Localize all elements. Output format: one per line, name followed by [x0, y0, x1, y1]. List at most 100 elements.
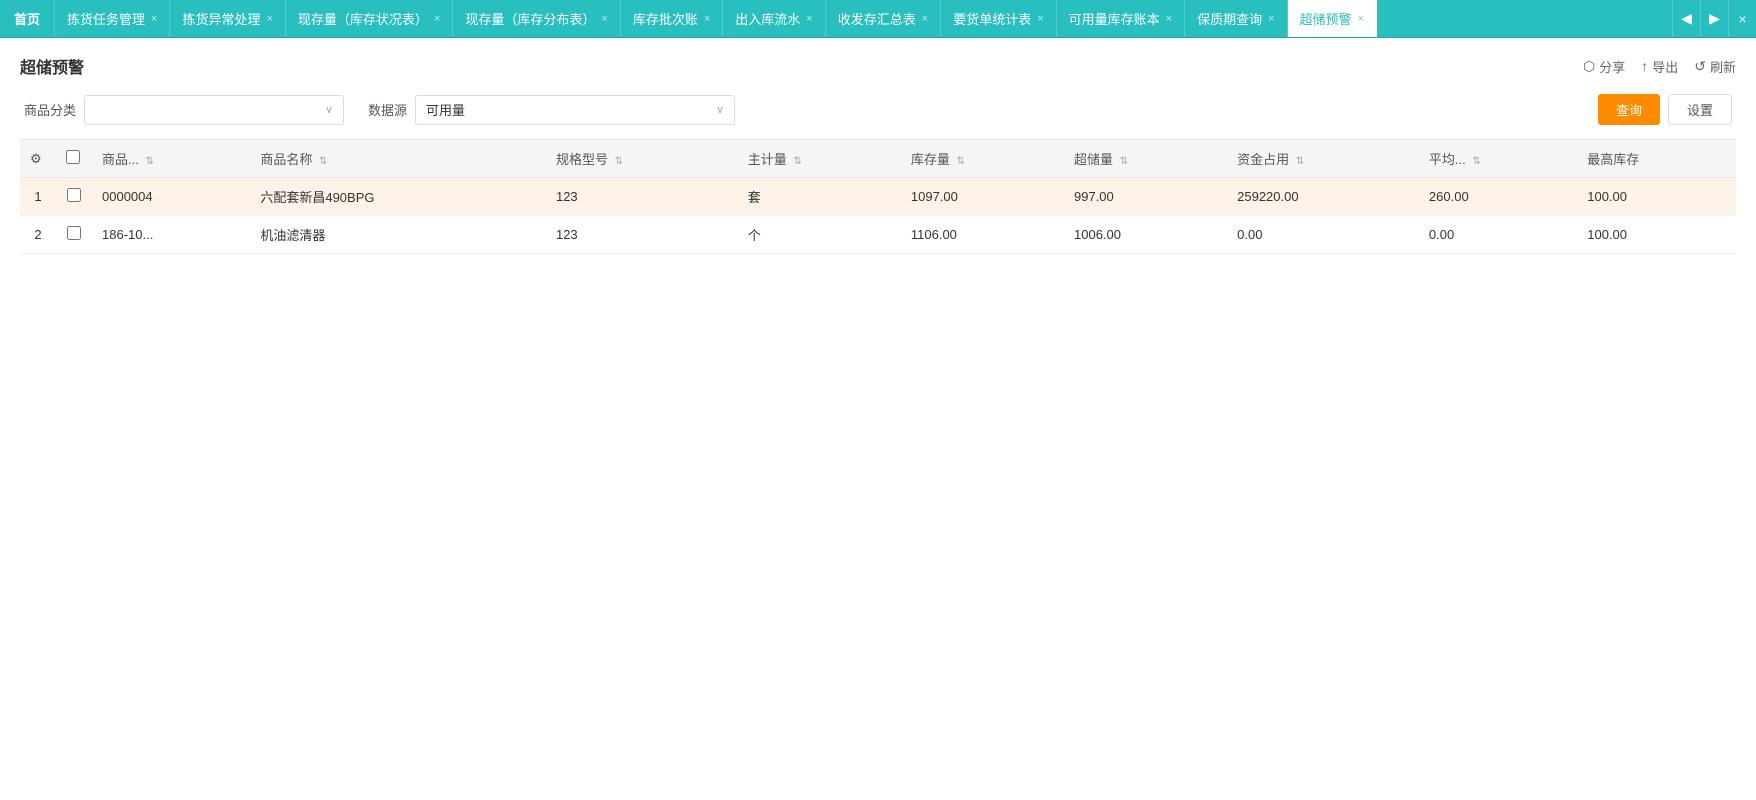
close-tab-2[interactable]: × [434, 13, 440, 25]
nav-arrow-close[interactable]: × [1728, 0, 1756, 38]
filter-actions: 查询 设置 [1598, 94, 1732, 125]
row-avg-0: 260.00 [1419, 178, 1577, 216]
export-icon: ↑ [1641, 58, 1648, 74]
gear-header[interactable]: ⚙ [20, 140, 56, 178]
row-stock-0: 1097.00 [901, 178, 1064, 216]
nav-home[interactable]: 首页 [0, 0, 55, 37]
th-capital[interactable]: 资金占用 ⇅ [1227, 140, 1419, 178]
filter-row: 商品分类 ∨ 数据源 可用量 ∨ 查询 设置 [20, 94, 1736, 125]
nav-arrows: ◀ ▶ × [1672, 0, 1756, 38]
row-avg-1: 0.00 [1419, 216, 1577, 254]
row-unit-1: 个 [738, 216, 901, 254]
row-spec-0: 123 [546, 178, 738, 216]
close-tab-7[interactable]: × [1037, 13, 1043, 25]
close-tab-8[interactable]: × [1166, 13, 1172, 25]
row-product-code-1: 186-10... [92, 216, 250, 254]
row-product-name-1: 机油滤清器 [250, 216, 546, 254]
nav-tab-5[interactable]: 出入库流水 × [723, 0, 825, 37]
sort-icon-unit: ⇅ [793, 156, 801, 167]
row-max-stock-0: 100.00 [1577, 178, 1736, 216]
th-product-code[interactable]: 商品... ⇅ [92, 140, 250, 178]
main-content: 超储预警 ⬡ 分享 ↑ 导出 ↺ 刷新 商品分类 ∨ 数据源 [0, 38, 1756, 800]
nav-tab-4[interactable]: 库存批次账 × [621, 0, 723, 37]
close-tab-10[interactable]: × [1358, 13, 1364, 25]
nav-tab-2[interactable]: 现存量（库存状况表） × [286, 0, 453, 37]
table-header-row: ⚙ 商品... ⇅ 商品名称 ⇅ 规格型号 ⇅ 主计量 [20, 140, 1736, 178]
nav-tab-9[interactable]: 保质期查询 × [1185, 0, 1287, 37]
close-tab-3[interactable]: × [601, 13, 607, 25]
share-icon: ⬡ [1583, 58, 1595, 75]
query-button[interactable]: 查询 [1598, 94, 1660, 125]
row-checkbox-cell-1[interactable] [56, 216, 92, 254]
nav-arrow-right[interactable]: ▶ [1700, 0, 1728, 38]
row-capital-0: 259220.00 [1227, 178, 1419, 216]
nav-tab-1[interactable]: 拣货异常处理 × [170, 0, 285, 37]
category-dropdown-arrow: ∨ [325, 103, 333, 116]
close-tab-9[interactable]: × [1268, 13, 1274, 25]
datasource-label: 数据源 [368, 100, 407, 119]
nav-tab-6[interactable]: 收发存汇总表 × [826, 0, 941, 37]
close-tab-0[interactable]: × [151, 13, 157, 25]
row-spec-1: 123 [546, 216, 738, 254]
th-product-name[interactable]: 商品名称 ⇅ [250, 140, 546, 178]
close-tab-6[interactable]: × [922, 13, 928, 25]
row-unit-0: 套 [738, 178, 901, 216]
row-capital-1: 0.00 [1227, 216, 1419, 254]
sort-icon-stock: ⇅ [957, 156, 965, 167]
row-checkbox-1[interactable] [67, 226, 81, 240]
table-row: 2 186-10... 机油滤清器 123 个 1106.00 1006.00 … [20, 216, 1736, 254]
refresh-icon: ↺ [1694, 58, 1706, 75]
close-tab-5[interactable]: × [806, 13, 812, 25]
nav-tab-10[interactable]: 超储预警 × [1288, 0, 1377, 37]
row-product-name-0: 六配套新昌490BPG [250, 178, 546, 216]
top-nav: 首页 拣货任务管理 × 拣货异常处理 × 现存量（库存状况表） × 现存量（库存… [0, 0, 1756, 38]
nav-tab-8[interactable]: 可用量库存账本 × [1057, 0, 1185, 37]
row-stock-1: 1106.00 [901, 216, 1064, 254]
sort-icon-code: ⇅ [145, 156, 153, 167]
header-actions: ⬡ 分享 ↑ 导出 ↺ 刷新 [1583, 57, 1736, 76]
th-max-stock[interactable]: 最高库存 [1577, 140, 1736, 178]
sort-icon-spec: ⇅ [615, 156, 623, 167]
th-unit[interactable]: 主计量 ⇅ [738, 140, 901, 178]
row-checkbox-0[interactable] [67, 188, 81, 202]
th-stock[interactable]: 库存量 ⇅ [901, 140, 1064, 178]
sort-icon-capital: ⇅ [1296, 156, 1304, 167]
sort-icon-overstock: ⇅ [1120, 156, 1128, 167]
sort-icon-avg: ⇅ [1472, 156, 1480, 167]
select-all-checkbox[interactable] [66, 150, 80, 164]
category-filter-group: 商品分类 ∨ [24, 95, 344, 125]
data-table: ⚙ 商品... ⇅ 商品名称 ⇅ 规格型号 ⇅ 主计量 [20, 139, 1736, 254]
page-title: 超储预警 [20, 54, 84, 78]
page-header: 超储预警 ⬡ 分享 ↑ 导出 ↺ 刷新 [20, 54, 1736, 78]
row-max-stock-1: 100.00 [1577, 216, 1736, 254]
checkbox-header[interactable] [56, 140, 92, 178]
th-overstock[interactable]: 超储量 ⇅ [1064, 140, 1227, 178]
close-tab-4[interactable]: × [704, 13, 710, 25]
category-select[interactable]: ∨ [84, 95, 344, 125]
share-button[interactable]: ⬡ 分享 [1583, 57, 1625, 76]
nav-tab-7[interactable]: 要货单统计表 × [941, 0, 1056, 37]
table-row: 1 0000004 六配套新昌490BPG 123 套 1097.00 997.… [20, 178, 1736, 216]
export-button[interactable]: ↑ 导出 [1641, 57, 1678, 76]
close-tab-1[interactable]: × [266, 13, 272, 25]
datasource-dropdown-arrow: ∨ [716, 103, 724, 116]
row-product-code-0: 0000004 [92, 178, 250, 216]
nav-tab-3[interactable]: 现存量（库存分布表） × [453, 0, 620, 37]
category-label: 商品分类 [24, 100, 76, 119]
datasource-value: 可用量 [426, 100, 465, 119]
nav-tab-0[interactable]: 拣货任务管理 × [55, 0, 170, 37]
gear-icon: ⚙ [30, 151, 42, 166]
row-num-1: 2 [20, 216, 56, 254]
row-overstock-0: 997.00 [1064, 178, 1227, 216]
row-num-0: 1 [20, 178, 56, 216]
row-overstock-1: 1006.00 [1064, 216, 1227, 254]
th-avg[interactable]: 平均... ⇅ [1419, 140, 1577, 178]
th-spec[interactable]: 规格型号 ⇅ [546, 140, 738, 178]
sort-icon-name: ⇅ [319, 156, 327, 167]
datasource-select[interactable]: 可用量 ∨ [415, 95, 735, 125]
settings-button[interactable]: 设置 [1668, 94, 1732, 125]
datasource-filter-group: 数据源 可用量 ∨ [368, 95, 735, 125]
nav-arrow-left[interactable]: ◀ [1672, 0, 1700, 38]
row-checkbox-cell-0[interactable] [56, 178, 92, 216]
refresh-button[interactable]: ↺ 刷新 [1694, 57, 1736, 76]
